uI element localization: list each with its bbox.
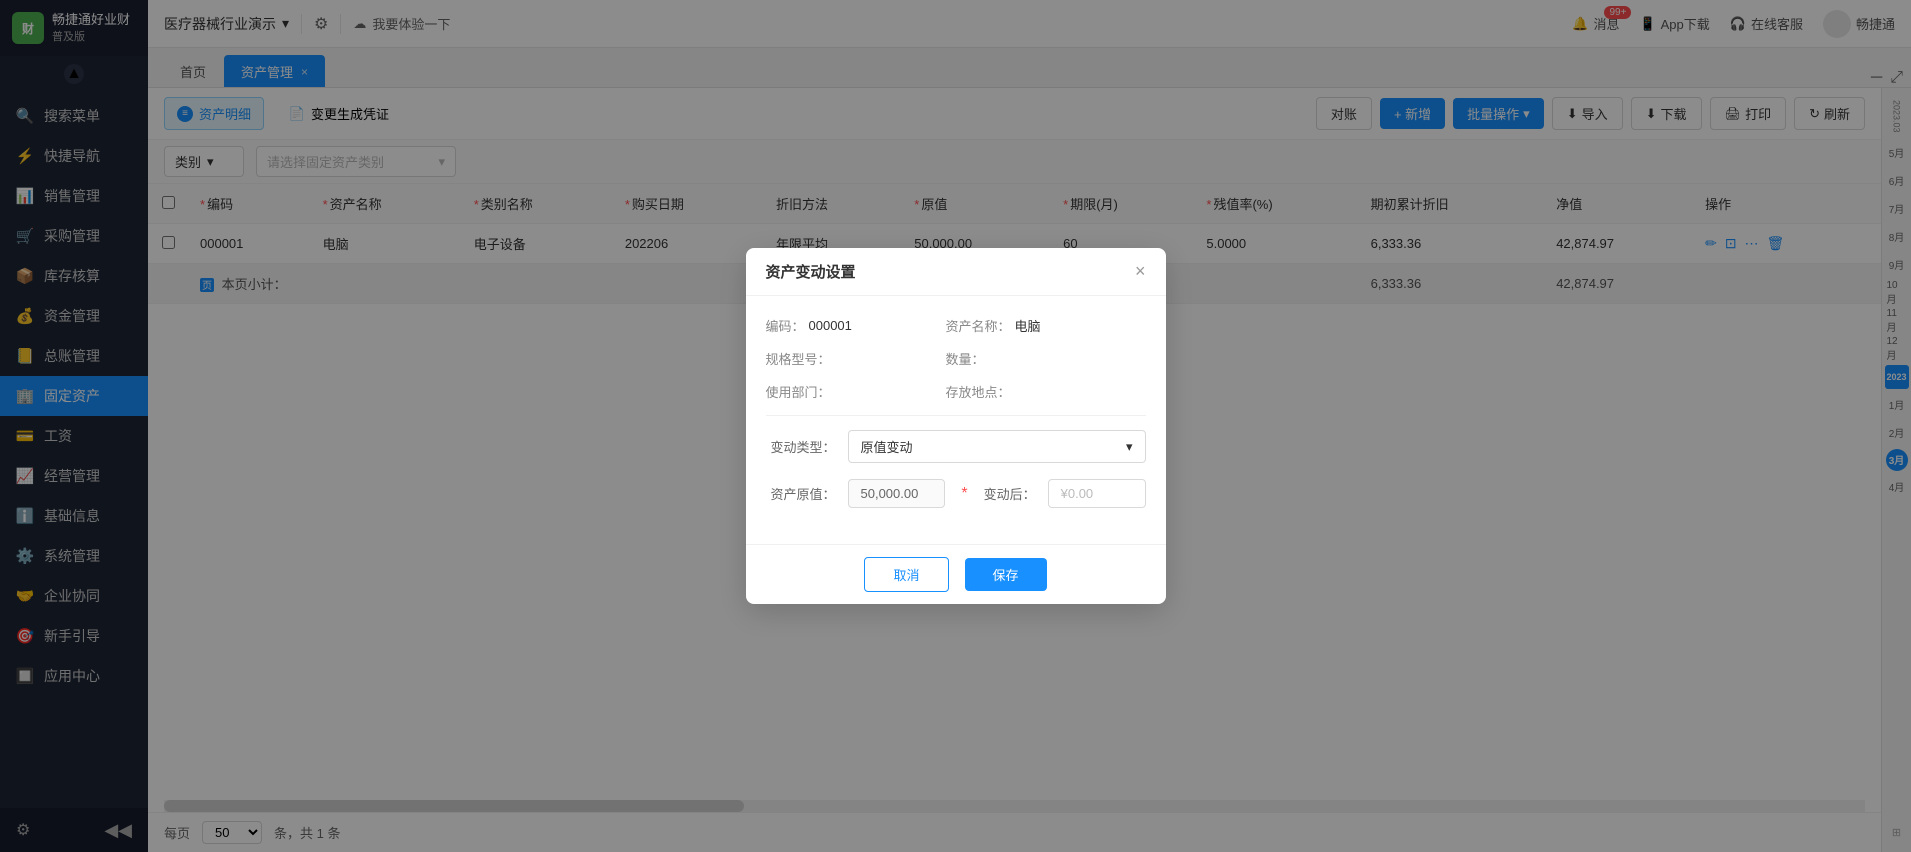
asset-change-dialog: 资产变动设置 × 编码： 000001 资产名称： 电脑 规格型号： [746, 248, 1166, 604]
dialog-overlay: 资产变动设置 × 编码： 000001 资产名称： 电脑 规格型号： [0, 0, 1911, 852]
after-value-input[interactable]: ¥0.00 [1048, 479, 1146, 508]
cancel-button[interactable]: 取消 [864, 557, 948, 592]
dialog-body: 编码： 000001 资产名称： 电脑 规格型号： 数量： [746, 296, 1166, 544]
change-type-select[interactable]: 原值变动 ▾ [848, 430, 1146, 463]
dialog-close-button[interactable]: × [1135, 261, 1146, 282]
dialog-name-value: 电脑 [1015, 316, 1041, 335]
dialog-code-value: 000001 [809, 318, 852, 333]
change-type-dropdown-icon: ▾ [1126, 439, 1133, 455]
asset-value-input[interactable]: 50,000.00 [848, 479, 946, 508]
dialog-footer: 取消 保存 [746, 544, 1166, 604]
save-button[interactable]: 保存 [965, 558, 1047, 591]
dialog-header: 资产变动设置 × [746, 248, 1166, 296]
dialog-title: 资产变动设置 [766, 261, 856, 282]
